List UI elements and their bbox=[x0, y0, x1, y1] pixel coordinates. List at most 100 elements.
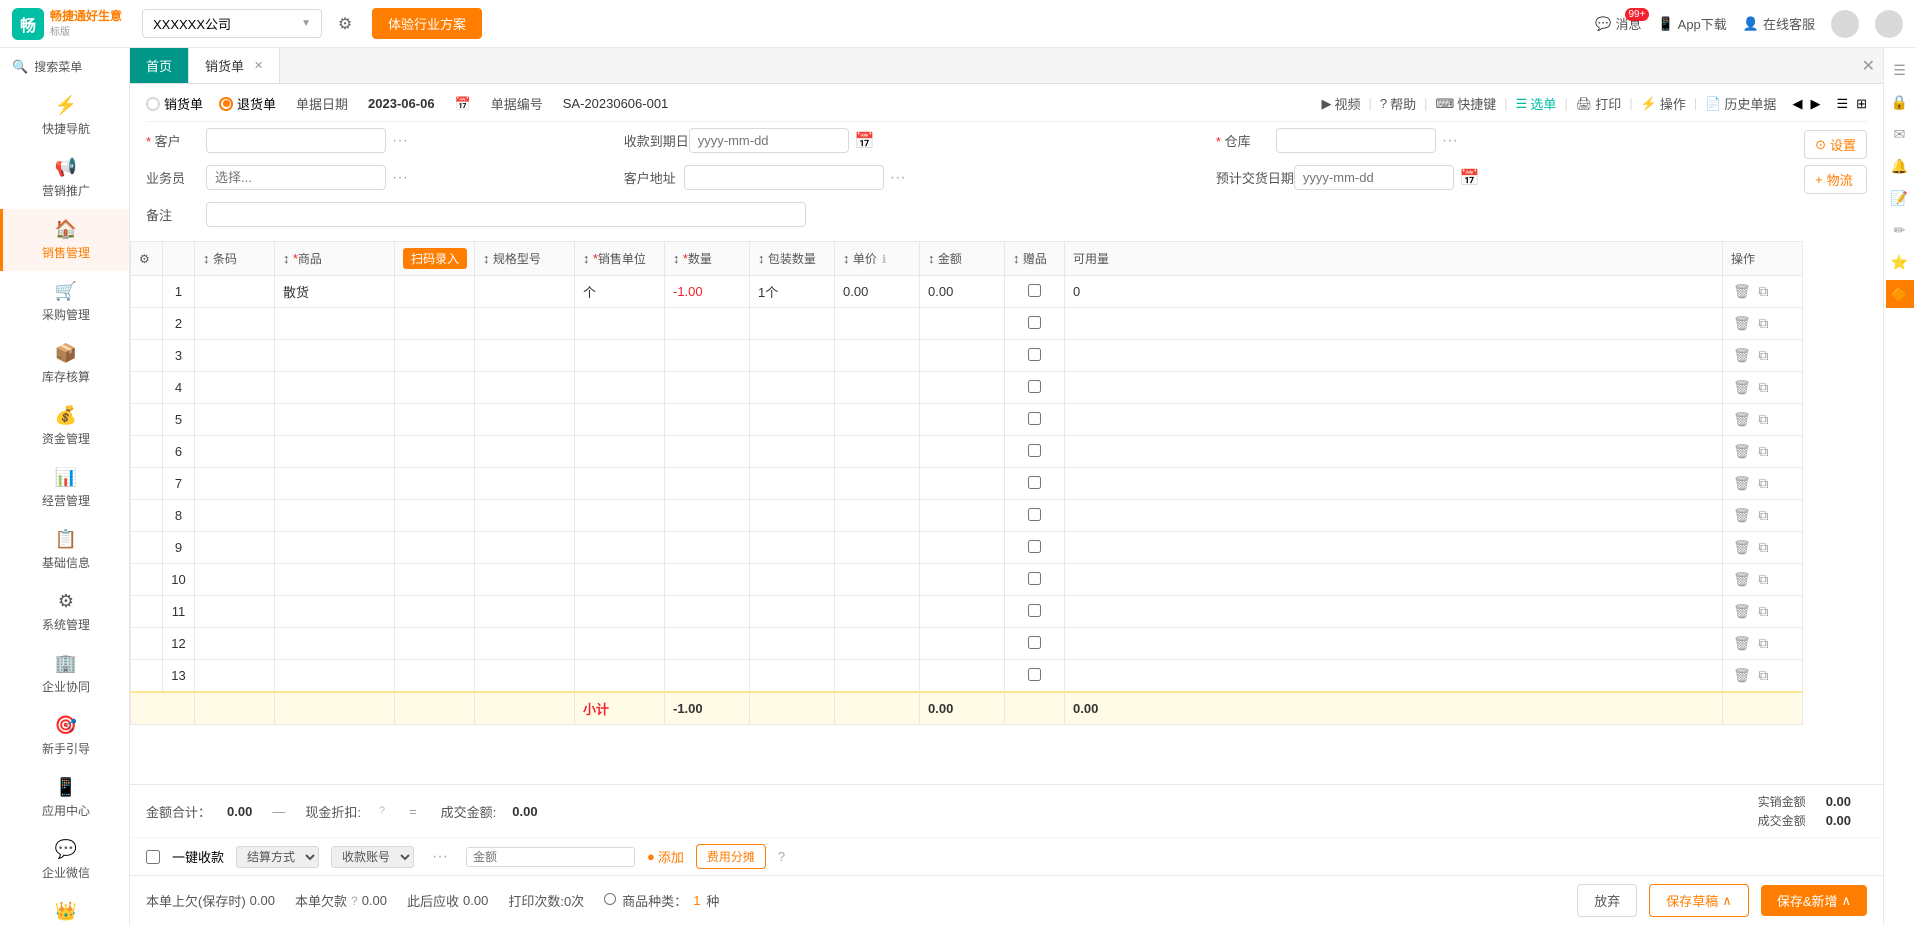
salesperson-dots[interactable]: ··· bbox=[386, 169, 414, 187]
delivery-input[interactable] bbox=[1294, 165, 1454, 190]
calendar-icon[interactable]: 📅 bbox=[455, 96, 471, 112]
add-btn[interactable]: ● 添加 bbox=[647, 847, 684, 866]
nav-prev-icon[interactable]: ◀ bbox=[1792, 96, 1802, 112]
copy-btn[interactable]: ⧉ bbox=[1756, 313, 1770, 334]
tab-home[interactable]: 首页 bbox=[130, 48, 189, 83]
due-date-input[interactable] bbox=[689, 128, 849, 153]
calc-method-select[interactable]: 结算方式 bbox=[236, 846, 319, 868]
gift-checkbox[interactable] bbox=[1028, 476, 1041, 489]
product-cell[interactable] bbox=[275, 404, 395, 436]
tab-sales-order[interactable]: 销货单 ✕ bbox=[189, 48, 280, 83]
product-cell[interactable] bbox=[275, 532, 395, 564]
view-list-icon[interactable]: ☰ bbox=[1836, 96, 1848, 112]
action-shortcut[interactable]: ⌨ 快捷键 bbox=[1435, 94, 1496, 113]
gift-sort[interactable]: ↕ bbox=[1013, 251, 1020, 266]
right-panel-list-btn[interactable]: ☰ bbox=[1886, 56, 1914, 84]
customer-input[interactable] bbox=[206, 128, 386, 153]
right-panel-msg-btn[interactable]: ✉ bbox=[1886, 120, 1914, 148]
sidebar-search[interactable]: 🔍 搜索菜单 bbox=[0, 48, 129, 85]
action-print[interactable]: 🖨 打印 bbox=[1576, 94, 1622, 113]
col-scan[interactable]: 扫码录入 bbox=[395, 242, 475, 276]
action-video[interactable]: ▶ 视频 bbox=[1321, 94, 1360, 113]
gift-checkbox[interactable] bbox=[1028, 412, 1041, 425]
sidebar-item-purchase[interactable]: 🛒 采购管理 bbox=[0, 271, 129, 333]
gift-checkbox[interactable] bbox=[1028, 316, 1041, 329]
delete-btn[interactable]: 🗑 bbox=[1731, 409, 1753, 430]
avatar[interactable] bbox=[1831, 10, 1859, 38]
copy-btn[interactable]: ⧉ bbox=[1756, 633, 1770, 654]
sidebar-item-member[interactable]: 👑 畅会员 bbox=[0, 891, 129, 925]
product-cell[interactable] bbox=[275, 500, 395, 532]
product-cell[interactable] bbox=[275, 436, 395, 468]
delete-btn[interactable]: 🗑 bbox=[1731, 633, 1753, 654]
addr-dots[interactable]: ··· bbox=[884, 169, 912, 187]
nav-next-icon[interactable]: ▶ bbox=[1810, 96, 1820, 112]
pack-sort[interactable]: ↕ bbox=[758, 251, 765, 266]
message-button[interactable]: 💬 消息 99+ bbox=[1595, 14, 1641, 33]
col-settings[interactable]: ⚙ bbox=[131, 242, 163, 276]
radio-return[interactable]: 退货单 bbox=[219, 94, 276, 113]
action-select[interactable]: ☰ 选单 bbox=[1516, 94, 1557, 113]
sidebar-item-basic[interactable]: 📋 基础信息 bbox=[0, 519, 129, 581]
gift-checkbox[interactable] bbox=[1028, 380, 1041, 393]
copy-btn[interactable]: ⧉ bbox=[1756, 473, 1770, 494]
settings-btn[interactable]: ⊙ 设置 bbox=[1804, 130, 1867, 159]
delete-btn[interactable]: 🗑 bbox=[1731, 601, 1753, 622]
delete-btn[interactable]: 🗑 bbox=[1731, 313, 1753, 334]
product-cell[interactable] bbox=[275, 468, 395, 500]
delete-btn[interactable]: 🗑 bbox=[1731, 505, 1753, 526]
action-help[interactable]: ? 帮助 bbox=[1380, 94, 1416, 113]
copy-btn[interactable]: ⧉ bbox=[1756, 537, 1770, 558]
right-panel-star-btn[interactable]: ⭐ bbox=[1886, 248, 1914, 276]
right-panel-edit-btn[interactable]: ✏ bbox=[1886, 216, 1914, 244]
copy-btn[interactable]: ⧉ bbox=[1756, 281, 1770, 302]
discount-info-icon[interactable]: ? bbox=[379, 805, 385, 817]
notes-input[interactable] bbox=[206, 202, 806, 227]
save-new-btn[interactable]: 保存&新增 ∧ bbox=[1761, 885, 1867, 916]
sidebar-item-quicknav[interactable]: ⚡ 快捷导航 bbox=[0, 85, 129, 147]
sidebar-item-enterprise[interactable]: 🏢 企业协同 bbox=[0, 643, 129, 705]
tab-close-all-icon[interactable]: ✕ bbox=[1862, 56, 1875, 76]
price-info-icon[interactable]: ℹ bbox=[882, 254, 886, 266]
product-cell[interactable] bbox=[275, 628, 395, 660]
product-cell[interactable] bbox=[275, 372, 395, 404]
save-draft-btn[interactable]: 保存草稿 ∧ bbox=[1649, 884, 1749, 917]
gift-checkbox[interactable] bbox=[1028, 636, 1041, 649]
scan-btn[interactable]: 扫码录入 bbox=[403, 248, 467, 269]
right-panel-note-btn[interactable]: 📝 bbox=[1886, 184, 1914, 212]
gift-checkbox[interactable] bbox=[1028, 348, 1041, 361]
sidebar-item-guide[interactable]: 🎯 新手引导 bbox=[0, 705, 129, 767]
radio-sales[interactable]: 销货单 bbox=[146, 94, 203, 113]
copy-btn[interactable]: ⧉ bbox=[1756, 665, 1770, 686]
qty-sort[interactable]: ↕ bbox=[673, 251, 680, 266]
salesperson-input[interactable] bbox=[206, 165, 386, 190]
copy-btn[interactable]: ⧉ bbox=[1756, 377, 1770, 398]
product-cell[interactable] bbox=[275, 340, 395, 372]
gift-checkbox[interactable] bbox=[1028, 508, 1041, 521]
right-panel-lock-btn[interactable]: 🔒 bbox=[1886, 88, 1914, 116]
copy-btn[interactable]: ⧉ bbox=[1756, 441, 1770, 462]
sidebar-item-sales[interactable]: 🏠 销售管理 bbox=[0, 209, 129, 271]
app-download-button[interactable]: 📱 App下载 bbox=[1657, 14, 1726, 33]
due-date-calendar-icon[interactable]: 📅 bbox=[849, 131, 881, 151]
spec-sort[interactable]: ↕ bbox=[483, 251, 490, 266]
amount-input[interactable] bbox=[466, 847, 635, 867]
product-type-radio[interactable] bbox=[604, 893, 616, 905]
gift-checkbox[interactable] bbox=[1028, 284, 1041, 297]
delete-btn[interactable]: 🗑 bbox=[1731, 473, 1753, 494]
amount-sort[interactable]: ↕ bbox=[928, 251, 935, 266]
expense-btn[interactable]: 费用分摊 bbox=[696, 844, 766, 869]
copy-btn[interactable]: ⧉ bbox=[1756, 569, 1770, 590]
gift-checkbox[interactable] bbox=[1028, 540, 1041, 553]
view-grid-icon[interactable]: ⊞ bbox=[1856, 96, 1867, 112]
account-select[interactable]: 收款账号 bbox=[331, 846, 414, 868]
delete-btn[interactable]: 🗑 bbox=[1731, 537, 1753, 558]
product-cell[interactable] bbox=[275, 660, 395, 693]
sidebar-item-finance[interactable]: 💰 资金管理 bbox=[0, 395, 129, 457]
settings-button[interactable]: ⚙ bbox=[330, 9, 360, 39]
price-sort[interactable]: ↕ bbox=[843, 251, 850, 266]
company-selector[interactable]: XXXXXX公司 ▼ bbox=[142, 9, 322, 38]
account-dots[interactable]: ··· bbox=[426, 848, 454, 866]
customer-dots[interactable]: ··· bbox=[386, 132, 414, 150]
copy-btn[interactable]: ⧉ bbox=[1756, 601, 1770, 622]
